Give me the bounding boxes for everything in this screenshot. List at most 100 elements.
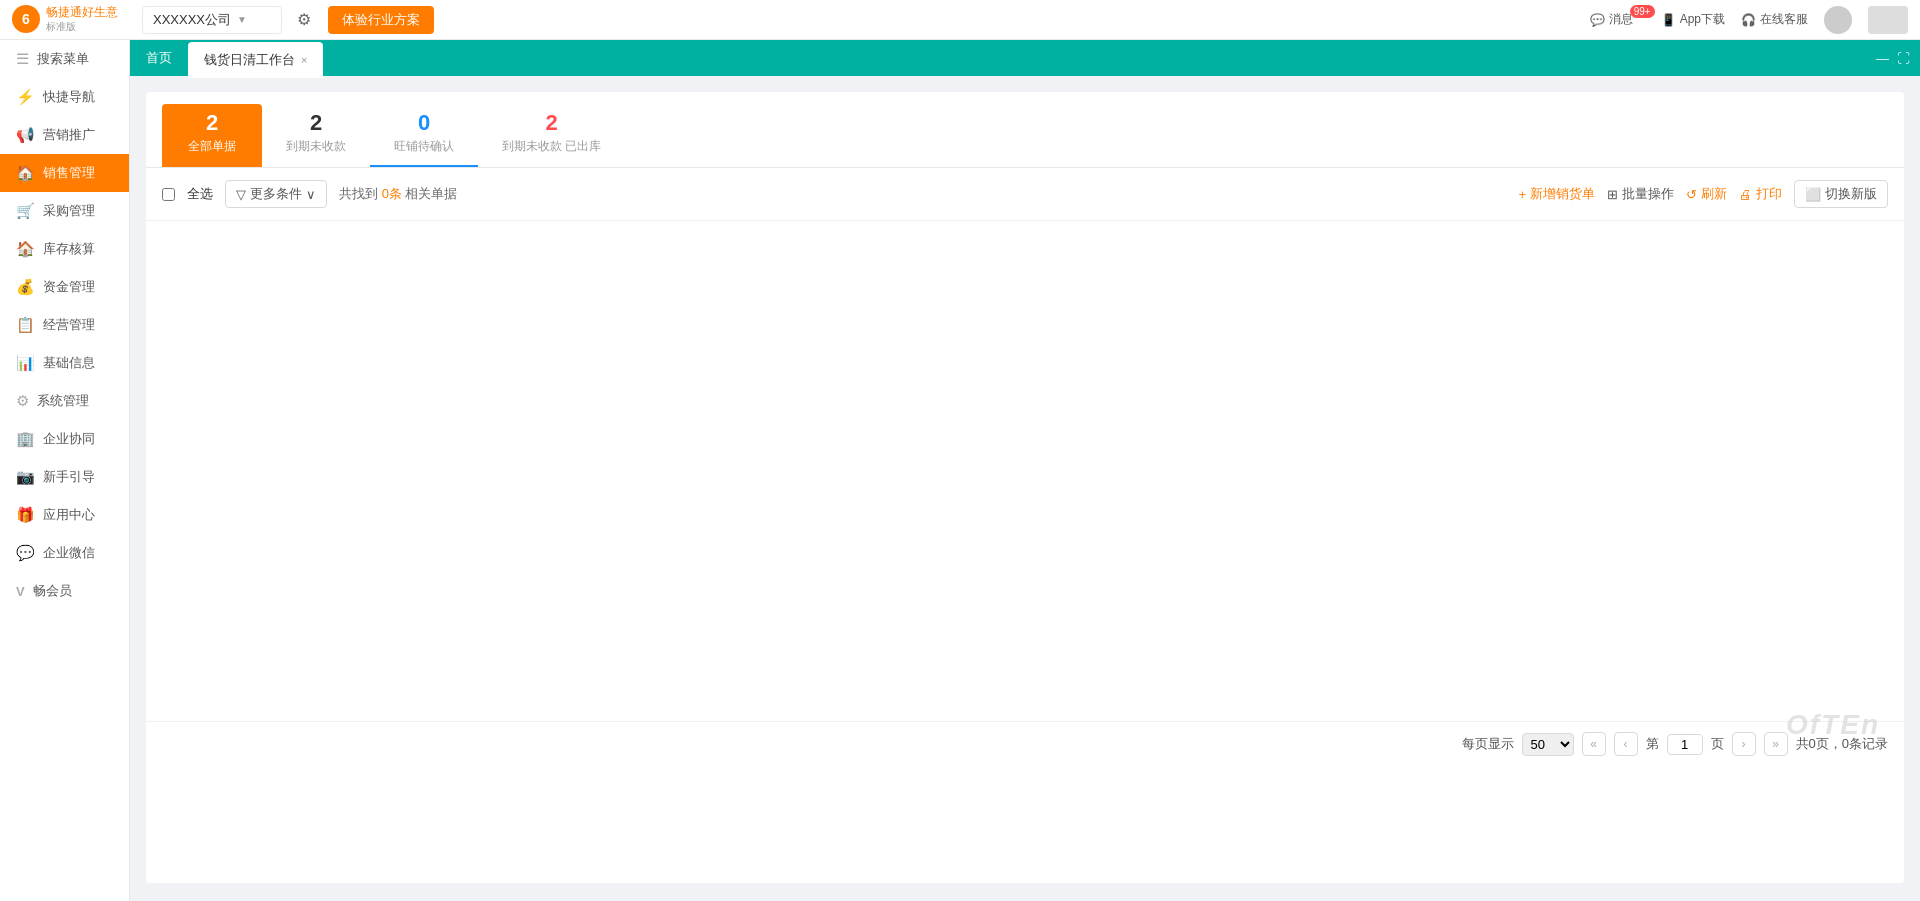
prev-page-button[interactable]: ‹ <box>1614 732 1638 756</box>
cooperation-icon: 🏢 <box>16 430 35 448</box>
company-name: XXXXXX公司 <box>153 11 231 29</box>
tab-home[interactable]: 首页 <box>130 40 188 76</box>
sidebar-item-label: 应用中心 <box>43 506 95 524</box>
sidebar-item-label: 库存核算 <box>43 240 95 258</box>
work-area: 2 全部单据 2 到期未收款 0 旺铺待确认 2 到期未收款 已出库 全选 ▽ … <box>146 92 1904 883</box>
switch-icon: ⬜ <box>1805 187 1821 202</box>
sidebar-item-label: 系统管理 <box>37 392 89 410</box>
sidebar-item-purchase[interactable]: 🛒 采购管理 <box>0 192 129 230</box>
online-service-item[interactable]: 🎧 在线客服 <box>1741 11 1808 28</box>
main-content: 2 全部单据 2 到期未收款 0 旺铺待确认 2 到期未收款 已出库 全选 ▽ … <box>130 76 1920 901</box>
header-right: 💬 消息 99+ 📱 App下载 🎧 在线客服 <box>1590 6 1908 34</box>
stat-tabs: 2 全部单据 2 到期未收款 0 旺铺待确认 2 到期未收款 已出库 <box>146 92 1904 168</box>
plus-icon: + <box>1518 187 1526 202</box>
company-selector[interactable]: XXXXXX公司 ▼ <box>142 6 282 34</box>
app-download-label: App下载 <box>1680 11 1725 28</box>
app-center-icon: 🎁 <box>16 506 35 524</box>
finance-icon: 💰 <box>16 278 35 296</box>
total-info: 共0页，0条记录 <box>1796 735 1888 753</box>
page-input[interactable]: 1 <box>1667 734 1703 755</box>
sidebar-item-marketing[interactable]: 📢 营销推广 <box>0 116 129 154</box>
sidebar-item-label: 新手引导 <box>43 468 95 486</box>
filter-label: 更多条件 <box>250 185 302 203</box>
stat-count-pending: 0 <box>418 112 430 134</box>
sidebar-item-search-menu[interactable]: ☰ 搜索菜单 <box>0 40 129 78</box>
result-text: 共找到 0条 相关单据 <box>339 185 457 203</box>
add-sales-order-button[interactable]: + 新增销货单 <box>1518 185 1595 203</box>
stat-label-overdue: 到期未收款 <box>286 138 346 155</box>
minimize-icon[interactable]: — <box>1876 51 1889 66</box>
trial-button[interactable]: 体验行业方案 <box>328 6 434 34</box>
sidebar-item-label: 快捷导航 <box>43 88 95 106</box>
sidebar-item-basic-info[interactable]: 📊 基础信息 <box>0 344 129 382</box>
next-page-button[interactable]: › <box>1732 732 1756 756</box>
sidebar-item-app-center[interactable]: 🎁 应用中心 <box>0 496 129 534</box>
online-service-label: 在线客服 <box>1760 11 1808 28</box>
result-prefix: 共找到 <box>339 186 378 201</box>
sidebar-item-inventory[interactable]: 🏠 库存核算 <box>0 230 129 268</box>
nav-right-controls: — ⛶ <box>1876 51 1920 66</box>
batch-button[interactable]: ⊞ 批量操作 <box>1607 185 1674 203</box>
top-header: 6 畅捷通好生意 标准版 XXXXXX公司 ▼ ⚙ 体验行业方案 💬 消息 99… <box>0 0 1920 40</box>
last-page-button[interactable]: » <box>1764 732 1788 756</box>
sidebar-item-sales[interactable]: 🏠 销售管理 <box>0 154 129 192</box>
purchase-icon: 🛒 <box>16 202 35 220</box>
sidebar-item-cooperation[interactable]: 🏢 企业协同 <box>0 420 129 458</box>
stat-tab-overdue-out[interactable]: 2 到期未收款 已出库 <box>478 104 625 167</box>
message-label: 消息 <box>1609 11 1633 28</box>
sidebar-item-label: 畅会员 <box>33 582 72 600</box>
member-icon: V <box>16 584 25 599</box>
maximize-icon[interactable]: ⛶ <box>1897 51 1910 66</box>
inventory-icon: 🏠 <box>16 240 35 258</box>
app-name: 畅捷通好生意 <box>46 5 118 19</box>
select-all-label: 全选 <box>187 185 213 203</box>
sidebar-item-finance[interactable]: 💰 资金管理 <box>0 268 129 306</box>
logo-icon: 6 <box>12 5 40 33</box>
stat-count-all: 2 <box>206 112 218 134</box>
stat-tab-pending[interactable]: 0 旺铺待确认 <box>370 104 478 167</box>
message-item[interactable]: 💬 消息 99+ <box>1590 11 1645 28</box>
tab-work[interactable]: 钱货日清工作台 × <box>188 42 323 78</box>
quick-nav-icon: ⚡ <box>16 88 35 106</box>
app-download-item[interactable]: 📱 App下载 <box>1661 11 1725 28</box>
close-tab-icon[interactable]: × <box>301 54 307 66</box>
sidebar-item-system[interactable]: ⚙ 系统管理 <box>0 382 129 420</box>
sidebar-item-label: 营销推广 <box>43 126 95 144</box>
select-all-checkbox[interactable] <box>162 188 175 201</box>
sidebar-item-wechat[interactable]: 💬 企业微信 <box>0 534 129 572</box>
sidebar-item-operations[interactable]: 📋 经营管理 <box>0 306 129 344</box>
page-text-2: 页 <box>1711 735 1724 753</box>
result-count: 0条 <box>382 186 402 201</box>
sidebar-item-guide[interactable]: 📷 新手引导 <box>0 458 129 496</box>
print-label: 打印 <box>1756 185 1782 203</box>
user-name-placeholder[interactable] <box>1868 6 1908 34</box>
sidebar-item-label: 企业协同 <box>43 430 95 448</box>
sidebar-item-label: 企业微信 <box>43 544 95 562</box>
stat-count-overdue-out: 2 <box>546 112 558 134</box>
filter-button[interactable]: ▽ 更多条件 ∨ <box>225 180 327 208</box>
first-page-button[interactable]: « <box>1582 732 1606 756</box>
sidebar-item-member[interactable]: V 畅会员 <box>0 572 129 610</box>
switch-version-button[interactable]: ⬜ 切换新版 <box>1794 180 1888 208</box>
print-icon: 🖨 <box>1739 187 1752 202</box>
stat-label-all: 全部单据 <box>188 138 236 155</box>
print-button[interactable]: 🖨 打印 <box>1739 185 1782 203</box>
page-size-select[interactable]: 50 100 200 <box>1522 733 1574 756</box>
sales-icon: 🏠 <box>16 164 35 182</box>
operations-icon: 📋 <box>16 316 35 334</box>
settings-icon[interactable]: ⚙ <box>290 6 318 34</box>
batch-icon: ⊞ <box>1607 187 1618 202</box>
avatar[interactable] <box>1824 6 1852 34</box>
stat-count-overdue: 2 <box>310 112 322 134</box>
marketing-icon: 📢 <box>16 126 35 144</box>
sidebar-item-label: 资金管理 <box>43 278 95 296</box>
sidebar-item-quick-nav[interactable]: ⚡ 快捷导航 <box>0 78 129 116</box>
stat-tab-overdue[interactable]: 2 到期未收款 <box>262 104 370 167</box>
basic-info-icon: 📊 <box>16 354 35 372</box>
sidebar-item-label: 销售管理 <box>43 164 95 182</box>
sidebar-item-label: 搜索菜单 <box>37 50 89 68</box>
sidebar-item-label: 基础信息 <box>43 354 95 372</box>
stat-tab-all[interactable]: 2 全部单据 <box>162 104 262 167</box>
refresh-label: 刷新 <box>1701 185 1727 203</box>
refresh-button[interactable]: ↺ 刷新 <box>1686 185 1727 203</box>
